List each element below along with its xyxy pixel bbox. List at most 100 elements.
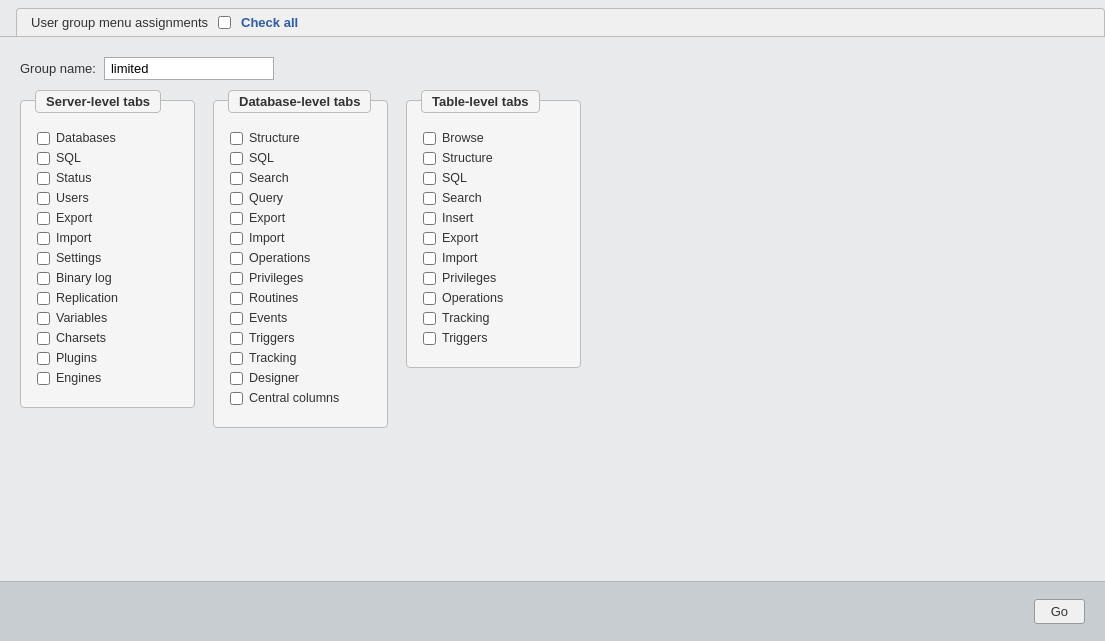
list-item: Import: [230, 231, 371, 245]
item-label: Tracking: [249, 351, 296, 365]
item-checkbox[interactable]: [230, 232, 243, 245]
group-name-label: Group name:: [20, 61, 96, 76]
item-label: SQL: [249, 151, 274, 165]
item-checkbox[interactable]: [230, 212, 243, 225]
item-label: Replication: [56, 291, 118, 305]
group-name-input[interactable]: [104, 57, 274, 80]
list-item: Triggers: [423, 331, 564, 345]
database-tabs-items: Structure SQL Search Query Export Import Opera…: [230, 131, 371, 405]
item-checkbox[interactable]: [37, 352, 50, 365]
item-label: Routines: [249, 291, 298, 305]
item-label: Charsets: [56, 331, 106, 345]
item-checkbox[interactable]: [230, 252, 243, 265]
item-checkbox[interactable]: [423, 252, 436, 265]
list-item: Export: [37, 211, 178, 225]
list-item: Events: [230, 311, 371, 325]
item-checkbox[interactable]: [230, 152, 243, 165]
item-label: Engines: [56, 371, 101, 385]
item-checkbox[interactable]: [37, 212, 50, 225]
list-item: Central columns: [230, 391, 371, 405]
item-checkbox[interactable]: [423, 212, 436, 225]
list-item: Replication: [37, 291, 178, 305]
item-checkbox[interactable]: [230, 172, 243, 185]
item-checkbox[interactable]: [37, 132, 50, 145]
go-button[interactable]: Go: [1034, 599, 1085, 624]
item-label: Import: [249, 231, 284, 245]
list-item: Query: [230, 191, 371, 205]
list-item: Privileges: [423, 271, 564, 285]
item-checkbox[interactable]: [423, 332, 436, 345]
item-label: Export: [249, 211, 285, 225]
item-checkbox[interactable]: [423, 312, 436, 325]
item-checkbox[interactable]: [37, 292, 50, 305]
item-label: Export: [442, 231, 478, 245]
item-label: Operations: [249, 251, 310, 265]
item-label: Databases: [56, 131, 116, 145]
item-checkbox[interactable]: [230, 312, 243, 325]
item-checkbox[interactable]: [230, 132, 243, 145]
item-checkbox[interactable]: [37, 152, 50, 165]
item-checkbox[interactable]: [423, 152, 436, 165]
item-label: Binary log: [56, 271, 112, 285]
list-item: SQL: [230, 151, 371, 165]
item-label: Variables: [56, 311, 107, 325]
item-checkbox[interactable]: [423, 292, 436, 305]
list-item: Settings: [37, 251, 178, 265]
main-content: Group name: Server-level tabs DatabasesS…: [0, 36, 1105, 581]
list-item: Structure: [230, 131, 371, 145]
item-checkbox[interactable]: [423, 192, 436, 205]
list-item: Routines: [230, 291, 371, 305]
item-checkbox[interactable]: [230, 192, 243, 205]
item-checkbox[interactable]: [37, 172, 50, 185]
item-checkbox[interactable]: [37, 272, 50, 285]
list-item: Search: [423, 191, 564, 205]
table-tabs-items: BrowseStructureSQLSearchInsertExportImpo…: [423, 131, 564, 345]
item-checkbox[interactable]: [230, 332, 243, 345]
list-item: Export: [423, 231, 564, 245]
check-all-link[interactable]: Check all: [241, 15, 298, 30]
item-checkbox[interactable]: [37, 232, 50, 245]
item-checkbox[interactable]: [230, 352, 243, 365]
item-checkbox[interactable]: [37, 312, 50, 325]
list-item: Databases: [37, 131, 178, 145]
item-checkbox[interactable]: [230, 292, 243, 305]
item-label: Import: [442, 251, 477, 265]
item-label: Triggers: [442, 331, 487, 345]
item-checkbox[interactable]: [423, 232, 436, 245]
item-checkbox[interactable]: [230, 372, 243, 385]
list-item: Variables: [37, 311, 178, 325]
list-item: Browse: [423, 131, 564, 145]
list-item: Plugins: [37, 351, 178, 365]
list-item: Import: [37, 231, 178, 245]
list-item: Search: [230, 171, 371, 185]
list-item: Export: [230, 211, 371, 225]
page-wrapper: User group menu assignments Check all Gr…: [0, 0, 1105, 641]
item-checkbox[interactable]: [37, 252, 50, 265]
item-label: Structure: [249, 131, 300, 145]
item-checkbox[interactable]: [37, 372, 50, 385]
bottom-bar: Go: [0, 581, 1105, 641]
item-label: Query: [249, 191, 283, 205]
list-item: Users: [37, 191, 178, 205]
list-item: Designer: [230, 371, 371, 385]
tab-title: User group menu assignments: [31, 15, 208, 30]
item-label: SQL: [442, 171, 467, 185]
item-label: Users: [56, 191, 89, 205]
item-checkbox[interactable]: [230, 392, 243, 405]
check-all-checkbox[interactable]: [218, 16, 231, 29]
item-label: Tracking: [442, 311, 489, 325]
item-checkbox[interactable]: [423, 272, 436, 285]
list-item: Triggers: [230, 331, 371, 345]
item-label: Search: [442, 191, 482, 205]
item-checkbox[interactable]: [423, 172, 436, 185]
item-checkbox[interactable]: [230, 272, 243, 285]
columns-row: Server-level tabs DatabasesSQLStatusUser…: [20, 100, 1085, 428]
list-item: Operations: [230, 251, 371, 265]
list-item: Status: [37, 171, 178, 185]
item-checkbox[interactable]: [423, 132, 436, 145]
item-label: Browse: [442, 131, 484, 145]
item-checkbox[interactable]: [37, 332, 50, 345]
list-item: Operations: [423, 291, 564, 305]
list-item: Import: [423, 251, 564, 265]
item-checkbox[interactable]: [37, 192, 50, 205]
